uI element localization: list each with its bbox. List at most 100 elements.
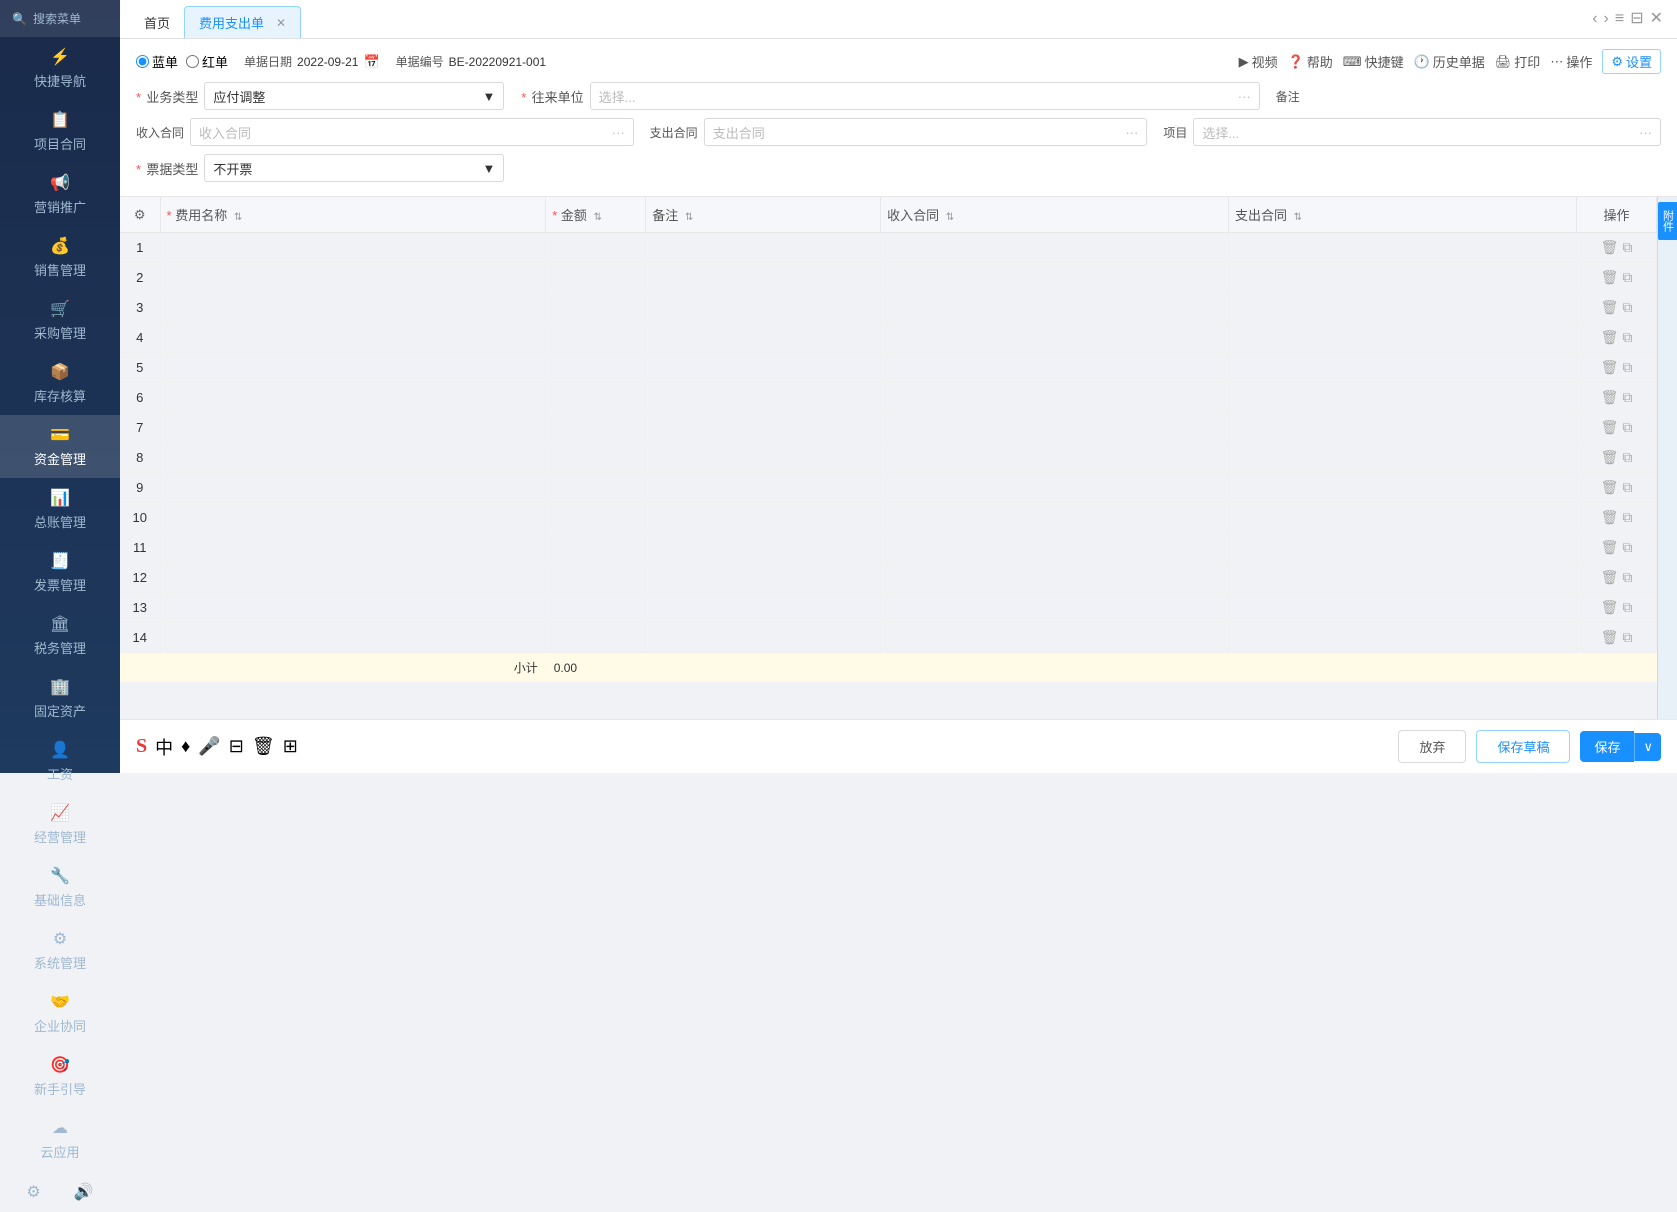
th-config[interactable]: ⚙ <box>120 197 160 233</box>
delete-icon[interactable]: 🗑 <box>1601 569 1619 586</box>
cell-expense-name[interactable] <box>160 443 546 473</box>
save-draft-button[interactable]: 保存草稿 <box>1476 730 1570 763</box>
sort-icon[interactable]: ⇅ <box>685 212 693 223</box>
cell-expense-name[interactable] <box>160 383 546 413</box>
cell-memo[interactable] <box>646 353 881 383</box>
cell-expense-name[interactable] <box>160 323 546 353</box>
business-type-select[interactable]: 应付调整 ▼ <box>204 82 504 110</box>
sidebar-item-5[interactable]: 📦库存核算 <box>0 352 120 415</box>
sidebar-item-17[interactable]: ☁云应用 <box>0 1108 120 1171</box>
bill-type-select[interactable]: 不开票 ▼ <box>204 154 504 182</box>
cell-memo[interactable] <box>646 593 881 623</box>
sidebar-item-4[interactable]: 🛒采购管理 <box>0 289 120 352</box>
copy-icon[interactable]: ⧉ <box>1622 299 1632 316</box>
cell-amount[interactable] <box>546 263 646 293</box>
sidebar-item-2[interactable]: 📢营销推广 <box>0 163 120 226</box>
delete-icon[interactable]: 🗑 <box>1601 449 1619 466</box>
cell-expense-contract[interactable] <box>1229 263 1577 293</box>
tab-home[interactable]: 首页 <box>130 7 184 38</box>
cell-memo[interactable] <box>646 383 881 413</box>
delete-icon[interactable]: 🗑 <box>1601 629 1619 646</box>
shortcut-button[interactable]: ⌨ 快捷键 <box>1343 52 1404 71</box>
cell-expense-contract[interactable] <box>1229 383 1577 413</box>
cell-expense-contract[interactable] <box>1229 323 1577 353</box>
sort-icon[interactable]: ⇅ <box>234 212 242 223</box>
cell-income-contract[interactable] <box>881 473 1229 503</box>
cell-income-contract[interactable] <box>881 263 1229 293</box>
print-button[interactable]: 🖨 打印 <box>1495 52 1541 71</box>
cell-expense-name[interactable] <box>160 503 546 533</box>
tab-expense[interactable]: 费用支出单 ✕ <box>184 6 301 38</box>
footer-icon-grid[interactable]: ⊞ <box>283 736 298 757</box>
video-button[interactable]: ▶ 视频 <box>1239 52 1278 71</box>
cell-memo[interactable] <box>646 293 881 323</box>
cell-expense-name[interactable] <box>160 233 546 263</box>
sidebar-item-7[interactable]: 📊总账管理 <box>0 478 120 541</box>
sidebar-item-9[interactable]: 🏛税务管理 <box>0 604 120 667</box>
cell-income-contract[interactable] <box>881 383 1229 413</box>
sidebar-item-11[interactable]: 👤工资 <box>0 730 120 793</box>
cell-expense-contract[interactable] <box>1229 233 1577 263</box>
delete-icon[interactable]: 🗑 <box>1601 419 1619 436</box>
copy-icon[interactable]: ⧉ <box>1622 329 1632 346</box>
delete-icon[interactable]: 🗑 <box>1601 239 1619 256</box>
delete-icon[interactable]: 🗑 <box>1601 509 1619 526</box>
cell-amount[interactable] <box>546 623 646 653</box>
discard-button[interactable]: 放弃 <box>1398 730 1466 763</box>
cell-amount[interactable] <box>546 563 646 593</box>
cell-amount[interactable] <box>546 413 646 443</box>
cell-amount[interactable] <box>546 473 646 503</box>
sidebar-item-14[interactable]: ⚙系统管理 <box>0 919 120 982</box>
cell-memo[interactable] <box>646 263 881 293</box>
cell-expense-contract[interactable] <box>1229 563 1577 593</box>
prev-button[interactable]: ‹ <box>1592 11 1597 27</box>
cell-expense-name[interactable] <box>160 413 546 443</box>
sort-icon[interactable]: ⇅ <box>594 212 602 223</box>
cell-memo[interactable] <box>646 563 881 593</box>
save-arrow-button[interactable]: ∨ <box>1634 733 1661 761</box>
sidebar-item-8[interactable]: 🧾发票管理 <box>0 541 120 604</box>
cell-amount[interactable] <box>546 323 646 353</box>
partner-input[interactable]: 选择... ··· <box>590 82 1260 110</box>
close-window-button[interactable]: ✕ <box>1650 11 1663 27</box>
copy-icon[interactable]: ⧉ <box>1622 509 1632 526</box>
radio-red[interactable]: 红单 <box>186 52 228 71</box>
cell-income-contract[interactable] <box>881 623 1229 653</box>
sidebar-search[interactable]: 🔍 搜索菜单 <box>0 0 120 37</box>
cell-income-contract[interactable] <box>881 563 1229 593</box>
copy-icon[interactable]: ⧉ <box>1622 239 1632 256</box>
cell-expense-contract[interactable] <box>1229 413 1577 443</box>
footer-icon-layout[interactable]: ⊟ <box>229 736 244 757</box>
radio-blue[interactable]: 蓝单 <box>136 52 178 71</box>
delete-icon[interactable]: 🗑 <box>1601 479 1619 496</box>
grid-view-button[interactable]: ⊟ <box>1630 11 1643 27</box>
cell-expense-name[interactable] <box>160 623 546 653</box>
cell-amount[interactable] <box>546 353 646 383</box>
cell-expense-name[interactable] <box>160 293 546 323</box>
cell-expense-contract[interactable] <box>1229 473 1577 503</box>
sidebar-item-16[interactable]: 🎯新手引导 <box>0 1045 120 1108</box>
cell-amount[interactable] <box>546 503 646 533</box>
cell-income-contract[interactable] <box>881 293 1229 323</box>
volume-icon[interactable]: 🔊 <box>74 1182 94 1202</box>
cell-expense-name[interactable] <box>160 593 546 623</box>
cell-income-contract[interactable] <box>881 503 1229 533</box>
delete-icon[interactable]: 🗑 <box>1601 299 1619 316</box>
cell-income-contract[interactable] <box>881 323 1229 353</box>
cell-memo[interactable] <box>646 323 881 353</box>
cell-expense-contract[interactable] <box>1229 293 1577 323</box>
list-view-button[interactable]: ≡ <box>1615 11 1624 27</box>
copy-icon[interactable]: ⧉ <box>1622 629 1632 646</box>
cell-income-contract[interactable] <box>881 413 1229 443</box>
cell-memo[interactable] <box>646 533 881 563</box>
cell-amount[interactable] <box>546 293 646 323</box>
cell-amount[interactable] <box>546 233 646 263</box>
sidebar-item-1[interactable]: 📋项目合同 <box>0 100 120 163</box>
copy-icon[interactable]: ⧉ <box>1622 569 1632 586</box>
copy-icon[interactable]: ⧉ <box>1622 539 1632 556</box>
cell-memo[interactable] <box>646 623 881 653</box>
income-contract-input[interactable]: 收入合同 ··· <box>190 118 634 146</box>
sidebar-item-3[interactable]: 💰销售管理 <box>0 226 120 289</box>
sidebar-item-0[interactable]: ⚡快捷导航 <box>0 37 120 100</box>
copy-icon[interactable]: ⧉ <box>1622 269 1632 286</box>
